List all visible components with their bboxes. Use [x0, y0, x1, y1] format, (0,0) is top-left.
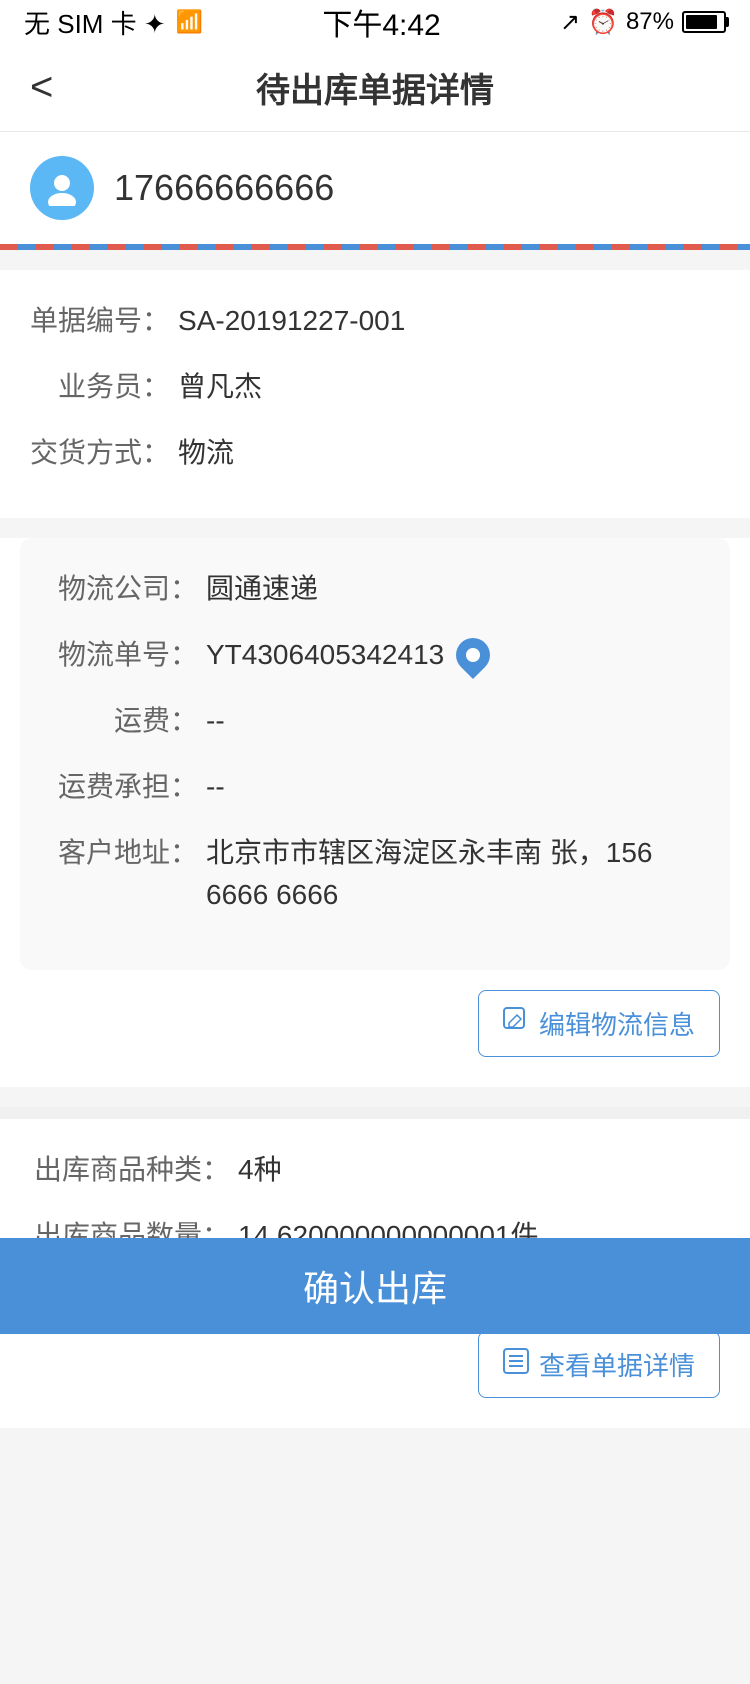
user-header-section: 17666666666: [0, 132, 750, 250]
view-detail-row: 查看单据详情: [0, 1331, 750, 1428]
logistics-tracking-label: 物流单号：: [50, 634, 198, 676]
logistics-company-value: 圆通速递: [198, 568, 700, 610]
salesman-value: 曾凡杰: [170, 366, 720, 408]
bottom-spacer: [0, 1428, 750, 1588]
edit-logistics-button[interactable]: 编辑物流信息: [478, 990, 720, 1057]
logistics-tracking-value: YT43064053424​13: [198, 634, 700, 676]
freight-row: 运费： --: [50, 700, 700, 742]
edit-btn-row: 编辑物流信息: [0, 990, 750, 1087]
logistics-company-label: 物流公司：: [50, 568, 198, 610]
document-number-label: 单据编号：: [30, 300, 170, 342]
delivery-label: 交货方式：: [30, 432, 170, 474]
address-value: 北京市市辖区海淀区永丰南 张，156 6666 6666: [198, 832, 700, 916]
page-title: 待出库单据详情: [256, 63, 494, 112]
battery-icon: [682, 11, 726, 33]
freight-bear-label: 运费承担：: [50, 766, 198, 808]
freight-value: --: [198, 700, 700, 742]
goods-types-label: 出库商品种类：: [30, 1149, 230, 1191]
logistics-card: 物流公司： 圆通速递 物流单号： YT43064053424​13 运费： --…: [20, 538, 730, 970]
address-label: 客户地址：: [50, 832, 198, 874]
status-bar: 无 SIM 卡 ✦ 📶 下午4:42 ↗ ⏰ 87%: [0, 0, 750, 44]
delivery-row: 交货方式： 物流: [30, 432, 720, 474]
avatar: [30, 156, 94, 220]
logistics-section: 物流公司： 圆通速递 物流单号： YT43064053424​13 运费： --…: [0, 538, 750, 1087]
goods-types-value: 4种: [230, 1149, 720, 1191]
sim-status: 无 SIM 卡 ✦: [24, 4, 166, 41]
decorative-border: [0, 244, 750, 250]
tracking-number: YT43064053424​13: [206, 634, 444, 676]
salesman-label: 业务员：: [30, 366, 170, 408]
view-detail-button[interactable]: 查看单据详情: [478, 1331, 720, 1398]
back-button[interactable]: <: [30, 65, 90, 110]
delivery-value: 物流: [170, 432, 720, 474]
logistics-tracking-row: 物流单号： YT43064053424​13: [50, 634, 700, 676]
location-status-icon: ↗: [560, 8, 580, 37]
status-right: ↗ ⏰ 87%: [560, 8, 726, 37]
status-left: 无 SIM 卡 ✦ 📶: [24, 4, 203, 41]
section-divider: [0, 1107, 750, 1119]
address-row: 客户地址： 北京市市辖区海淀区永丰南 张，156 6666 6666: [50, 832, 700, 916]
user-phone: 17666666666: [114, 167, 334, 209]
document-number-row: 单据编号： SA-20191227-001: [30, 300, 720, 342]
view-detail-label: 查看单据详情: [539, 1346, 695, 1383]
alarm-icon: ⏰: [588, 8, 618, 37]
tracking-location-icon[interactable]: [449, 631, 497, 679]
salesman-row: 业务员： 曾凡杰: [30, 366, 720, 408]
nav-bar: < 待出库单据详情: [0, 44, 750, 132]
document-info-section: 单据编号： SA-20191227-001 业务员： 曾凡杰 交货方式： 物流: [0, 270, 750, 518]
confirm-button-label: 确认出库: [303, 1260, 447, 1312]
freight-label: 运费：: [50, 700, 198, 742]
document-number-value: SA-20191227-001: [170, 300, 720, 342]
status-time: 下午4:42: [322, 0, 440, 44]
list-icon: [503, 1348, 529, 1381]
confirm-btn-wrap[interactable]: 确认出库: [0, 1238, 750, 1334]
freight-bear-row: 运费承担： --: [50, 766, 700, 808]
battery-percentage: 87%: [626, 8, 674, 36]
user-header: 17666666666: [0, 132, 750, 244]
edit-btn-label: 编辑物流信息: [539, 1005, 695, 1042]
wifi-icon: 📶: [176, 9, 203, 35]
freight-bear-value: --: [198, 766, 700, 808]
edit-icon: [503, 1007, 529, 1040]
logistics-company-row: 物流公司： 圆通速递: [50, 568, 700, 610]
goods-types-row: 出库商品种类： 4种: [30, 1149, 720, 1191]
